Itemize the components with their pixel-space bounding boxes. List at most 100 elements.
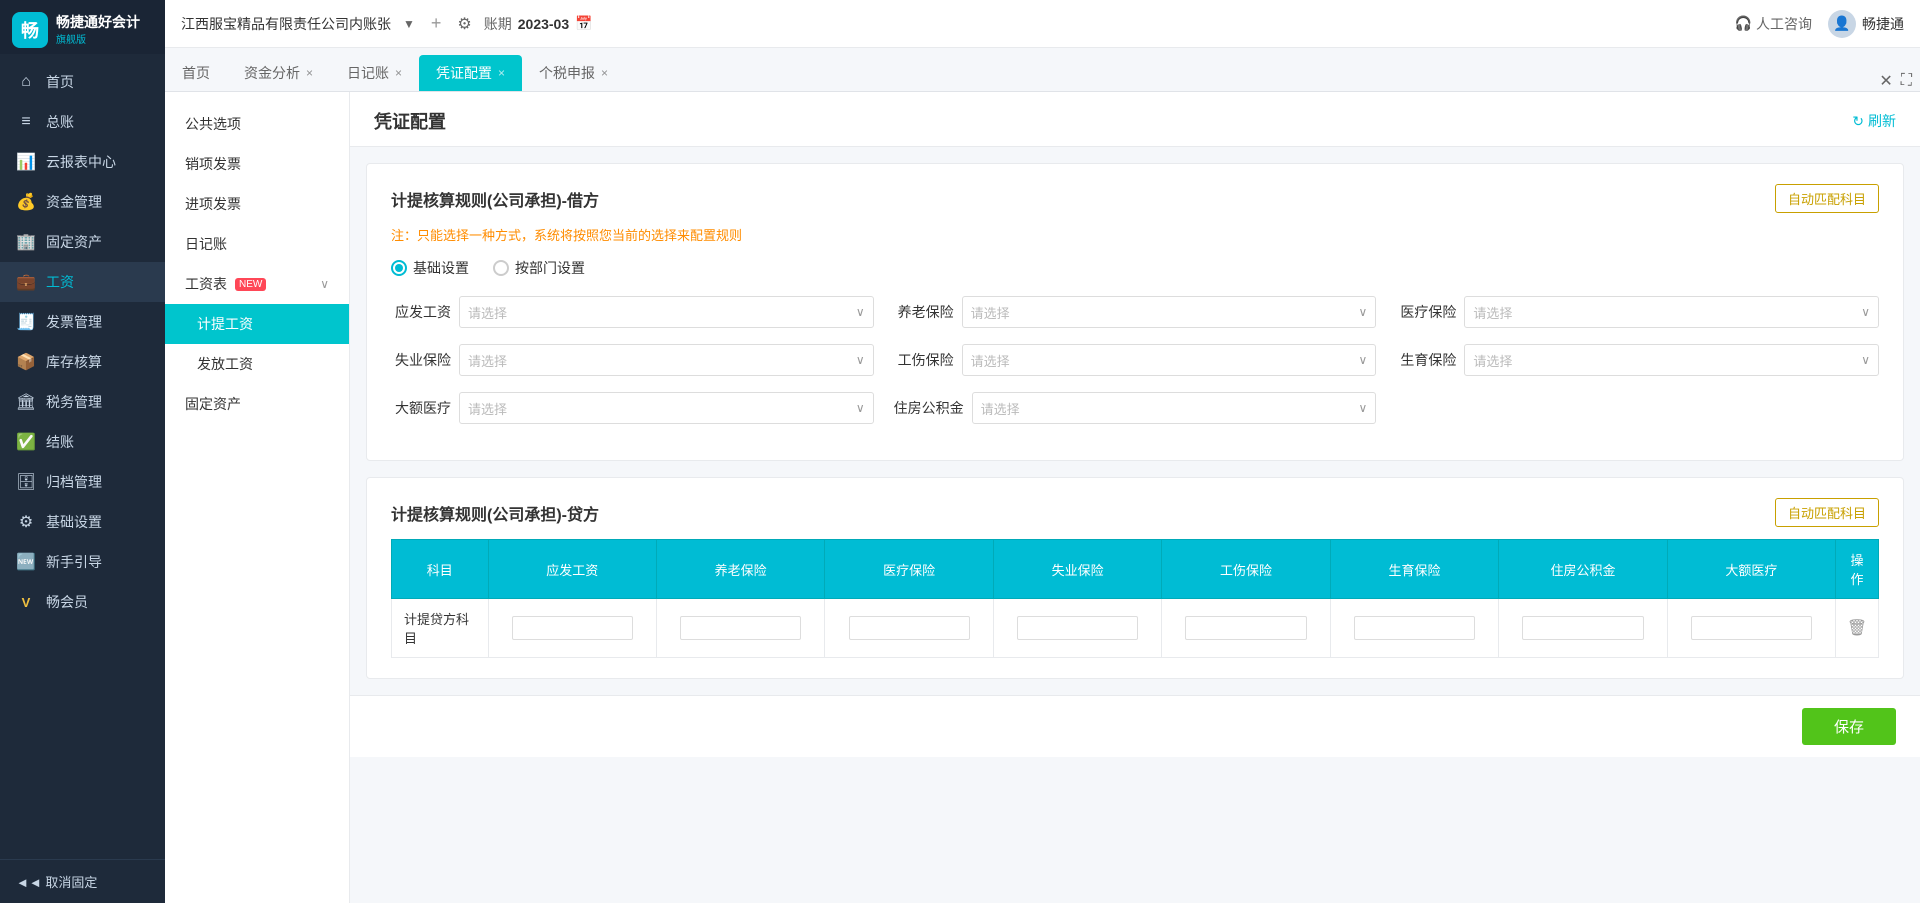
cell-dae[interactable] — [1667, 599, 1835, 658]
left-menu-salary-table[interactable]: 工资表 NEW ∨ — [165, 264, 349, 304]
left-menu-calc-salary[interactable]: 计提工资 — [165, 304, 349, 344]
field-gongshang-select[interactable]: 请选择 ∨ — [962, 344, 1377, 376]
col-yingfa: 应发工资 — [488, 540, 656, 599]
credit-auto-match-button[interactable]: 自动匹配科目 — [1775, 498, 1879, 527]
save-button[interactable]: 保存 — [1802, 708, 1896, 745]
field-shiye: 失业保险 请选择 ∨ — [391, 344, 874, 376]
tab-tax-close[interactable]: × — [601, 66, 608, 80]
maximize-button[interactable]: ⛶ — [1901, 72, 1912, 90]
radio-group: 基础设置 按部门设置 — [391, 258, 1879, 278]
input-gongshang[interactable] — [1185, 616, 1306, 640]
cell-yanglao[interactable] — [656, 599, 824, 658]
radio-dept-label: 按部门设置 — [515, 258, 585, 278]
input-dae[interactable] — [1691, 616, 1812, 640]
add-tab-button[interactable]: + — [427, 13, 446, 34]
sidebar-item-label: 基础设置 — [46, 512, 102, 532]
delete-row-button[interactable]: 🗑 — [1847, 620, 1867, 637]
field-shengyu-select[interactable]: 请选择 ∨ — [1464, 344, 1879, 376]
field-gjj-select[interactable]: 请选择 ∨ — [972, 392, 1377, 424]
tab-journal-close[interactable]: × — [395, 66, 402, 80]
service-button[interactable]: 🎧 人工咨询 — [1735, 14, 1812, 34]
sidebar-item-capital[interactable]: 💰 资金管理 — [0, 182, 165, 222]
sidebar-item-ledger[interactable]: ≡ 总账 — [0, 102, 165, 142]
sidebar-item-home[interactable]: ⌂ 首页 — [0, 62, 165, 102]
input-shiye[interactable] — [1017, 616, 1138, 640]
input-shengyu[interactable] — [1354, 616, 1475, 640]
sidebar-item-invoice[interactable]: 🧾 发票管理 — [0, 302, 165, 342]
chevron-down-icon: ∨ — [1359, 401, 1368, 415]
tab-home[interactable]: 首页 — [165, 55, 227, 91]
col-shengyu: 生育保险 — [1330, 540, 1498, 599]
input-yiliao[interactable] — [849, 616, 970, 640]
tab-journal[interactable]: 日记账 × — [330, 55, 419, 91]
chevron-down-icon: ∨ — [856, 353, 865, 367]
settings-button[interactable]: ⚙ — [457, 14, 471, 34]
field-yanglao-label: 养老保险 — [894, 302, 954, 322]
field-yanglao-select[interactable]: 请选择 ∨ — [962, 296, 1377, 328]
logo-icon: 畅 — [12, 12, 48, 48]
field-yingfa-select[interactable]: 请选择 ∨ — [459, 296, 874, 328]
cell-yiliao[interactable] — [825, 599, 993, 658]
tab-voucher-close[interactable]: × — [498, 66, 505, 80]
left-menu-pay-salary[interactable]: 发放工资 — [165, 344, 349, 384]
radio-dept-circle — [493, 260, 509, 276]
close-tab-button[interactable]: ✕ — [1879, 71, 1892, 91]
input-yanglao[interactable] — [680, 616, 801, 640]
cancel-pin-button[interactable]: ◄◄ 取消固定 — [0, 859, 165, 903]
input-gjj[interactable] — [1522, 616, 1643, 640]
credit-table: 科目 应发工资 养老保险 医疗保险 失业保险 工伤保险 生育保险 住房公积金 大… — [391, 539, 1879, 658]
left-menu-journal[interactable]: 日记账 — [165, 224, 349, 264]
tab-capital[interactable]: 资金分析 × — [227, 55, 330, 91]
cell-shiye[interactable] — [993, 599, 1161, 658]
field-yingfa: 应发工资 请选择 ∨ — [391, 296, 874, 328]
debit-auto-match-button[interactable]: 自动匹配科目 — [1775, 184, 1879, 213]
cell-shengyu[interactable] — [1330, 599, 1498, 658]
user-info[interactable]: 👤 畅捷通 — [1828, 10, 1904, 38]
sidebar-item-inventory[interactable]: 📦 库存核算 — [0, 342, 165, 382]
left-menu-purchase-invoice[interactable]: 进项发票 — [165, 184, 349, 224]
invoice-icon: 🧾 — [16, 312, 36, 332]
tabs-actions: ✕ ⛶ — [1879, 71, 1920, 91]
tab-capital-close[interactable]: × — [306, 66, 313, 80]
sidebar-item-guide[interactable]: 🆕 新手引导 — [0, 542, 165, 582]
tab-tax[interactable]: 个税申报 × — [522, 55, 625, 91]
col-dae: 大额医疗 — [1667, 540, 1835, 599]
sidebar-item-checkout[interactable]: ✅ 结账 — [0, 422, 165, 462]
left-menu-sales-invoice[interactable]: 销项发票 — [165, 144, 349, 184]
home-icon: ⌂ — [16, 72, 36, 92]
left-menu-public[interactable]: 公共选项 — [165, 104, 349, 144]
sidebar-item-member[interactable]: V 畅会员 — [0, 582, 165, 622]
calendar-icon[interactable]: 📅 — [575, 15, 592, 32]
field-dae-select[interactable]: 请选择 ∨ — [459, 392, 874, 424]
cell-action[interactable]: 🗑 — [1836, 599, 1879, 658]
tab-home-label: 首页 — [182, 63, 210, 83]
archive-icon: 🗄 — [16, 472, 36, 492]
inventory-icon: 📦 — [16, 352, 36, 372]
chevron-down-icon: ∨ — [856, 401, 865, 415]
cell-yingfa[interactable] — [488, 599, 656, 658]
sidebar-item-archive[interactable]: 🗄 归档管理 — [0, 462, 165, 502]
radio-dept[interactable]: 按部门设置 — [493, 258, 585, 278]
sidebar-item-tax[interactable]: 🏛 税务管理 — [0, 382, 165, 422]
cell-gongshang[interactable] — [1162, 599, 1330, 658]
cell-gjj[interactable] — [1499, 599, 1667, 658]
field-yiliao-select[interactable]: 请选择 ∨ — [1464, 296, 1879, 328]
input-yingfa[interactable] — [512, 616, 633, 640]
radio-basic[interactable]: 基础设置 — [391, 258, 469, 278]
field-yiliao-label: 医疗保险 — [1396, 302, 1456, 322]
refresh-button[interactable]: ↻ 刷新 — [1852, 111, 1896, 131]
checkout-icon: ✅ — [16, 432, 36, 452]
field-shiye-select[interactable]: 请选择 ∨ — [459, 344, 874, 376]
field-gongshang: 工伤保险 请选择 ∨ — [894, 344, 1377, 376]
col-gongshang: 工伤保险 — [1162, 540, 1330, 599]
sidebar-item-settings[interactable]: ⚙ 基础设置 — [0, 502, 165, 542]
sidebar-item-salary[interactable]: 💼 工资 — [0, 262, 165, 302]
sidebar-item-assets[interactable]: 🏢 固定资产 — [0, 222, 165, 262]
expand-icon: ∨ — [320, 277, 329, 291]
period-selector[interactable]: 账期 2023-03 📅 — [484, 14, 593, 34]
sidebar-item-reports[interactable]: 📊 云报表中心 — [0, 142, 165, 182]
tab-voucher[interactable]: 凭证配置 × — [419, 55, 522, 91]
company-dropdown-icon[interactable]: ▼ — [403, 17, 415, 31]
left-menu-fixed-assets[interactable]: 固定资产 — [165, 384, 349, 424]
company-name[interactable]: 江西服宝精品有限责任公司内账张 — [181, 14, 391, 34]
